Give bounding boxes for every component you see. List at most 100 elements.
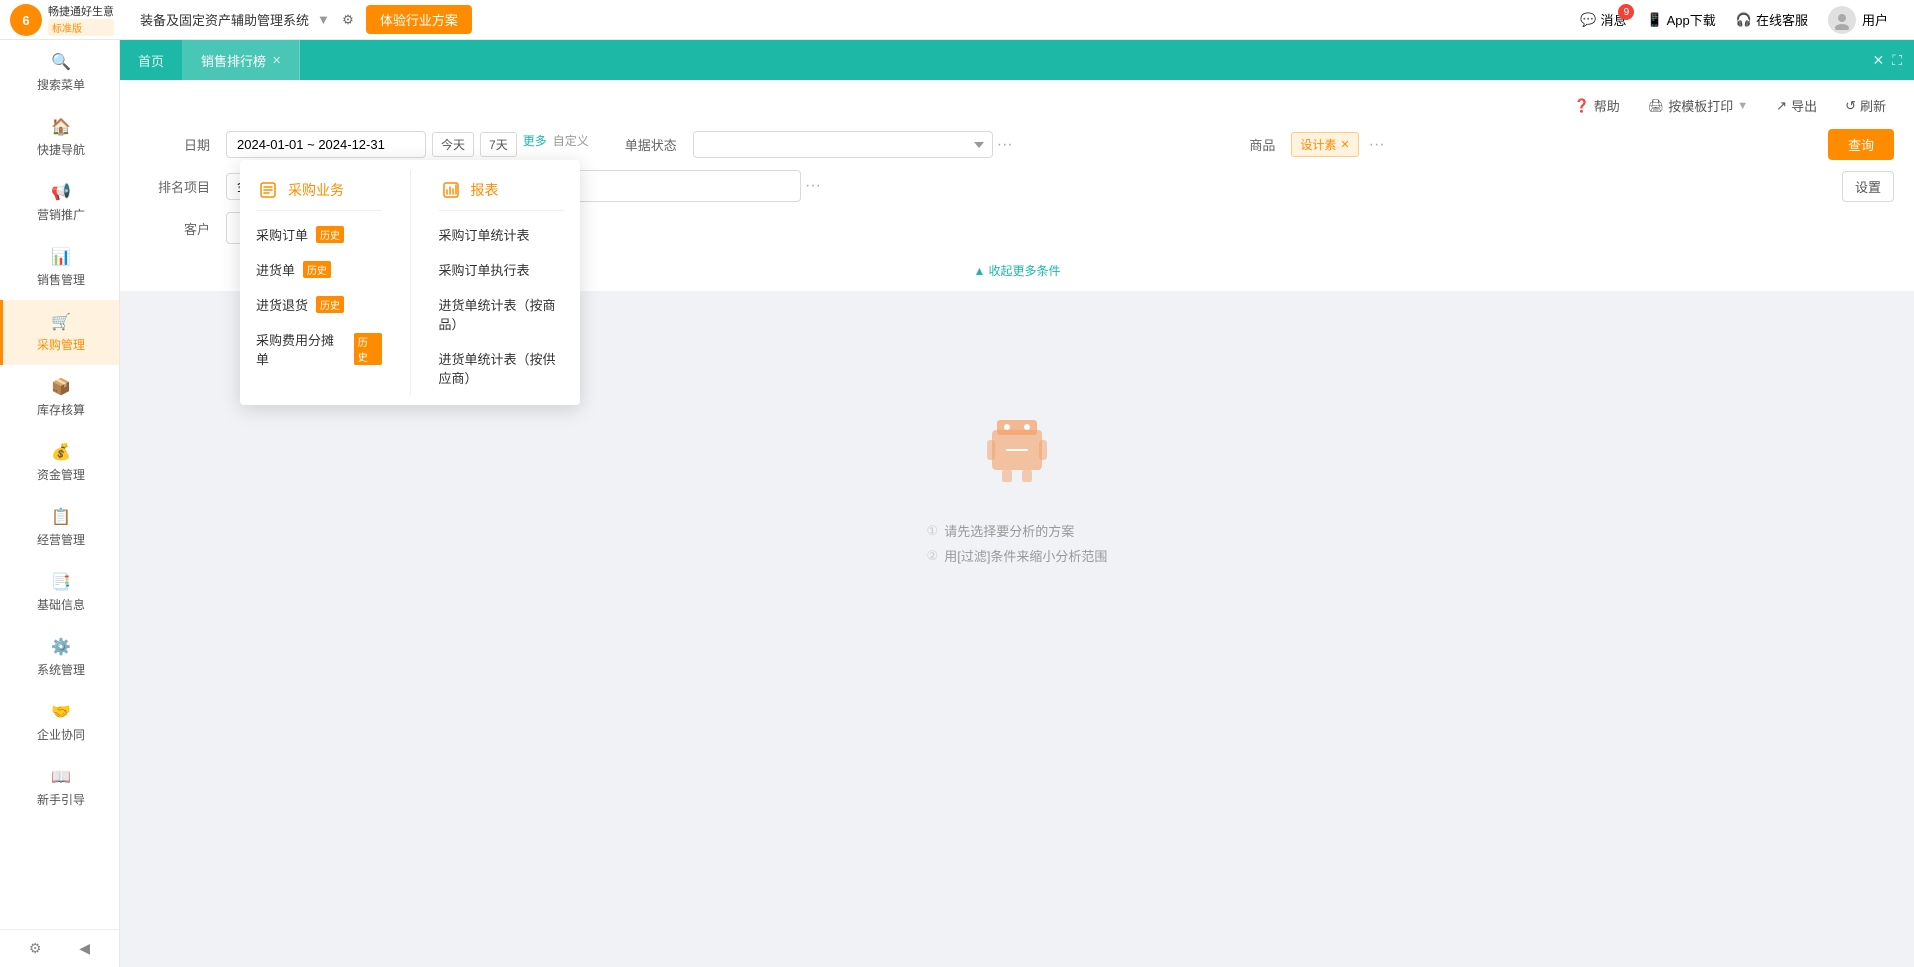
today-btn[interactable]: 今天 [432, 132, 474, 157]
headset-icon: 🎧 [1736, 12, 1752, 28]
top-nav: 装备及固定资产辅助管理系统 ▼ ⚙ 体验行业方案 [130, 5, 1580, 34]
tab-home[interactable]: 首页 [120, 40, 183, 80]
avatar [1828, 6, 1856, 34]
search-btn[interactable]: 查询 [1828, 129, 1894, 160]
date-section: 今天 7天 更多 自定义 [226, 131, 589, 158]
dropdown-col-reports: 报表 采购订单统计表 采购订单执行表 进货单统计表（按商品） 进货单统计表（按供 [439, 170, 565, 395]
dropdown-item-stock-in-stats-goods[interactable]: 进货单统计表（按商品） [439, 287, 565, 341]
export-btn[interactable]: ↗ 导出 [1768, 92, 1825, 119]
dropdown-divider [410, 170, 411, 395]
sidebar: 🔍 搜索菜单 🏠 快捷导航 📢 营销推广 📊 销售管理 🛒 采购管理 📦 [0, 40, 120, 967]
dropdown-col-purchase: 采购业务 采购订单 历史 进货单 历史 进货退货 历史 [256, 170, 382, 395]
dropdown-item-purchase-order[interactable]: 采购订单 历史 [256, 217, 382, 252]
sales-icon: 📊 [51, 247, 71, 267]
purchase-col-icon [256, 178, 280, 202]
tab-expand-btn[interactable]: ⛶ [1892, 52, 1902, 69]
purchase-dropdown-menu: 采购业务 采购订单 历史 进货单 历史 进货退货 历史 [240, 160, 580, 405]
rank-label: 排名项目 [140, 177, 210, 196]
filter-row-1: 日期 今天 7天 更多 自定义 单据状态 [140, 129, 1894, 160]
purchase-icon: 🛒 [51, 312, 71, 332]
message-item[interactable]: 💬 消息 9 [1580, 10, 1626, 29]
system-icon: ⚙️ [51, 637, 71, 657]
main-layout: 🔍 搜索菜单 🏠 快捷导航 📢 营销推广 📊 销售管理 🛒 采购管理 📦 [0, 40, 1914, 967]
doc-status-select[interactable] [693, 131, 993, 158]
sidebar-item-inventory[interactable]: 📦 库存核算 [0, 365, 119, 430]
dropdown-item-stock-return[interactable]: 进货退货 历史 [256, 287, 382, 322]
sidebar-item-quick-nav[interactable]: 🏠 快捷导航 [0, 105, 119, 170]
tab-actions: ✕ ⛶ [1860, 52, 1914, 69]
empty-hints: 请先选择要分析的方案 用[过滤]条件来缩小分析范围 [927, 515, 1108, 571]
doc-status-section: ··· [693, 131, 1214, 158]
sidebar-item-sales[interactable]: 📊 销售管理 [0, 235, 119, 300]
inventory-icon: 📦 [51, 377, 71, 397]
export-icon: ↗ [1776, 98, 1787, 114]
goods-more-btn[interactable]: ··· [1365, 136, 1389, 154]
message-icon: 💬 [1580, 12, 1596, 28]
goods-section: 设计素 ✕ ··· [1291, 132, 1812, 157]
sidebar-collapse-btn[interactable]: ◀ [79, 940, 90, 957]
logo-area: 6 畅捷通好生意 标准版 [10, 3, 130, 36]
content-area: 首页 销售排行榜 ✕ ✕ ⛶ ❓ 帮助 [120, 40, 1914, 967]
refresh-icon: ↺ [1845, 98, 1856, 114]
config-btn[interactable]: 设置 [1842, 171, 1894, 202]
print-icon: 🖨 [1648, 98, 1665, 114]
sidebar-menu: 🔍 搜索菜单 🏠 快捷导航 📢 营销推广 📊 销售管理 🛒 采购管理 📦 [0, 40, 119, 929]
salesman-more-btn[interactable]: ··· [801, 177, 825, 195]
empty-hint-1: 请先选择要分析的方案 [927, 521, 1108, 540]
logo-text: 畅捷通好生意 标准版 [48, 3, 114, 36]
search-icon: 🔍 [51, 52, 71, 72]
sidebar-item-system[interactable]: ⚙️ 系统管理 [0, 625, 119, 690]
sidebar-item-operations[interactable]: 📋 经营管理 [0, 495, 119, 560]
chevron-down-icon[interactable]: ▼ [317, 12, 330, 27]
marketing-icon: 📢 [51, 182, 71, 202]
newbie-icon: 📖 [51, 767, 71, 787]
industry-btn[interactable]: 体验行业方案 [366, 5, 472, 34]
week-btn[interactable]: 7天 [480, 132, 517, 157]
dropdown-item-purchase-expense[interactable]: 采购费用分摊单 历史 [256, 322, 382, 376]
collapse-btn[interactable]: ▲ 收起更多条件 [974, 262, 1061, 279]
sidebar-item-search[interactable]: 🔍 搜索菜单 [0, 40, 119, 105]
tab-close-all-btn[interactable]: ✕ [1872, 52, 1884, 69]
dropdown-item-purchase-order-exec[interactable]: 采购订单执行表 [439, 252, 565, 287]
home-icon: 🏠 [51, 117, 71, 137]
goods-tag-close-btn[interactable]: ✕ [1340, 138, 1349, 151]
sys-name[interactable]: 装备及固定资产辅助管理系统 [140, 10, 309, 29]
sidebar-item-finance[interactable]: 💰 资金管理 [0, 430, 119, 495]
sidebar-item-newbie[interactable]: 📖 新手引导 [0, 755, 119, 820]
tab-close-icon[interactable]: ✕ [272, 54, 281, 67]
print-btn[interactable]: 🖨 按模板打印 ▼ [1640, 92, 1756, 119]
svg-text:6: 6 [22, 13, 29, 28]
tab-sales-rank[interactable]: 销售排行榜 ✕ [183, 40, 300, 80]
app-download-item[interactable]: 📱 App下载 [1646, 10, 1715, 29]
custom-date-link[interactable]: 自定义 [553, 132, 589, 157]
message-badge: 9 [1618, 4, 1634, 20]
operations-icon: 📋 [51, 507, 71, 527]
sidebar-item-cooperation[interactable]: 🤝 企业协同 [0, 690, 119, 755]
refresh-btn[interactable]: ↺ 刷新 [1837, 92, 1894, 119]
dropdown-item-stock-in[interactable]: 进货单 历史 [256, 252, 382, 287]
settings-icon[interactable]: ⚙ [338, 10, 358, 30]
help-icon: ❓ [1574, 98, 1590, 114]
sidebar-item-purchase[interactable]: 🛒 采购管理 [0, 300, 119, 365]
doc-status-more-btn[interactable]: ··· [993, 136, 1017, 154]
finance-icon: 💰 [51, 442, 71, 462]
empty-hint-2: 用[过滤]条件来缩小分析范围 [927, 546, 1108, 565]
goods-label: 商品 [1249, 135, 1275, 154]
dropdown-col-header-reports: 报表 [439, 170, 565, 211]
dropdown-item-stock-in-stats-supplier[interactable]: 进货单统计表（按供应商） [439, 341, 565, 395]
logo-icon: 6 [10, 4, 42, 36]
sidebar-item-basic-info[interactable]: 📑 基础信息 [0, 560, 119, 625]
date-label: 日期 [140, 135, 210, 154]
help-btn[interactable]: ❓ 帮助 [1566, 92, 1628, 119]
sidebar-settings-btn[interactable]: ⚙ [29, 940, 42, 957]
empty-illustration [967, 395, 1067, 495]
print-dropdown-icon[interactable]: ▼ [1737, 100, 1748, 112]
dropdown-item-purchase-order-stats[interactable]: 采购订单统计表 [439, 217, 565, 252]
online-service-item[interactable]: 🎧 在线客服 [1736, 10, 1808, 29]
customer-label: 客户 [140, 219, 210, 238]
doc-status-label: 单据状态 [625, 135, 677, 154]
user-item[interactable]: 用户 [1828, 6, 1888, 34]
date-input[interactable] [226, 131, 426, 158]
sidebar-item-marketing[interactable]: 📢 营销推广 [0, 170, 119, 235]
more-date-link[interactable]: 更多 [523, 132, 547, 157]
